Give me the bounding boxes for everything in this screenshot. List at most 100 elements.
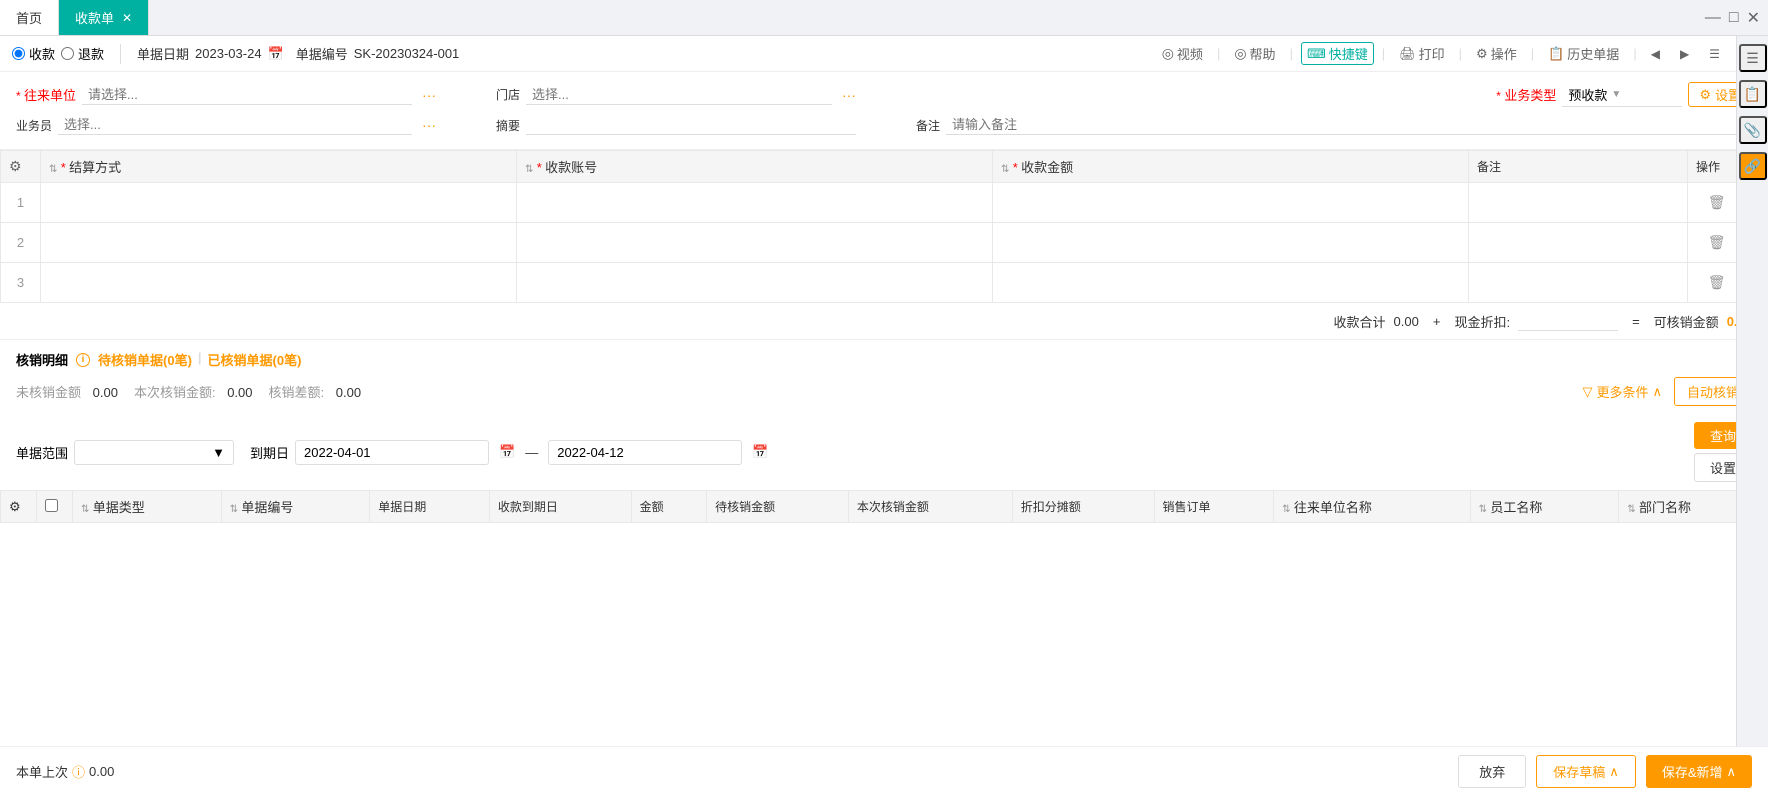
total-value: 0.00 — [1394, 314, 1419, 329]
delete-row-3-btn[interactable]: 🗑 — [1706, 272, 1728, 293]
right-panel-btn2[interactable]: 📋 — [1739, 80, 1767, 108]
tab-close-icon[interactable]: ✕ — [122, 11, 132, 25]
delete-row-2-btn[interactable]: 🗑 — [1706, 232, 1728, 253]
footer-info-value: 0.00 — [89, 764, 114, 779]
shortcut-btn[interactable]: ⌨ 快捷键 — [1301, 42, 1374, 65]
prev-btn[interactable]: ◀ — [1645, 45, 1666, 63]
save-draft-btn[interactable]: 保存草稿 ∧ — [1536, 755, 1636, 788]
minimize-icon[interactable]: — — [1705, 9, 1721, 27]
video-btn[interactable]: ◎ 视频 — [1156, 42, 1209, 65]
form-row-1: * 往来单位 ··· 门店 ··· * 业务类型 预收款 ▼ ⚙ — [16, 82, 1752, 107]
verifiable-label: 可核销金额 — [1654, 312, 1719, 331]
verify-info-icon[interactable]: i — [76, 353, 90, 367]
radio-receipt-label: 收款 — [29, 44, 55, 63]
counterparty-input[interactable] — [82, 85, 412, 105]
right-panel-btn3[interactable]: 📎 — [1739, 116, 1767, 144]
cell-amount-3[interactable] — [993, 263, 1469, 303]
table-row: 3 🗑 ⊕ — [1, 263, 1768, 303]
th-settlement[interactable]: ⇅ * 结算方式 — [41, 151, 517, 183]
verify-tab-done[interactable]: 已核销单据(0笔) — [208, 350, 302, 369]
bth-employee[interactable]: ⇅ 员工名称 — [1470, 491, 1619, 523]
table-row: 1 🗑 ⊕ — [1, 183, 1768, 223]
bottom-table-gear-icon[interactable]: ⚙ — [9, 499, 21, 514]
th-account[interactable]: ⇅ * 收款账号 — [517, 151, 993, 183]
verify-tabs: 待核销单据(0笔) | 已核销单据(0笔) — [98, 350, 301, 369]
history-btn[interactable]: 📋 历史单据 — [1542, 42, 1625, 65]
cell-settlement-1[interactable] — [41, 183, 517, 223]
radio-receipt-input[interactable] — [12, 47, 25, 60]
table-gear-icon[interactable]: ⚙ — [9, 158, 22, 175]
business-type-field: * 业务类型 预收款 ▼ ⚙ 设置 — [916, 82, 1752, 107]
radio-receipt[interactable]: 收款 — [12, 44, 55, 63]
summary-input[interactable] — [526, 115, 856, 135]
cell-settlement-3[interactable] — [41, 263, 517, 303]
close-icon[interactable]: ✕ — [1747, 8, 1760, 28]
cell-account-2[interactable] — [517, 223, 993, 263]
date-to-calendar-icon[interactable]: 📅 — [752, 444, 768, 460]
cell-remark-1[interactable] — [1469, 183, 1688, 223]
remark-label: 备注 — [916, 117, 940, 134]
cell-amount-1[interactable] — [993, 183, 1469, 223]
tab-receipt[interactable]: 收款单 ✕ — [59, 0, 149, 35]
cell-amount-2[interactable] — [993, 223, 1469, 263]
th-amount[interactable]: ⇅ * 收款金额 — [993, 151, 1469, 183]
date-label: 单据日期 — [137, 44, 189, 63]
bottom-table-header: ⚙ ⇅ 单据类型 ⇅ 单据编号 单据日期 收款到期日 金额 — [1, 491, 1768, 523]
salesperson-input[interactable] — [58, 115, 412, 135]
tab-home[interactable]: 首页 — [0, 0, 59, 35]
right-panel-btn4[interactable]: 🔗 — [1739, 152, 1767, 180]
window-controls: — □ ✕ — [1697, 8, 1768, 28]
bth-counterparty[interactable]: ⇅ 往来单位名称 — [1274, 491, 1470, 523]
number-field: 单据编号 SK-20230324-001 — [296, 44, 460, 63]
help-btn[interactable]: ◎ 帮助 — [1228, 42, 1281, 65]
counterparty-more-icon[interactable]: ··· — [422, 87, 436, 103]
list-view-btn[interactable]: ☰ — [1703, 45, 1726, 63]
more-conditions-btn[interactable]: ▽ 更多条件 ∧ — [1582, 382, 1662, 401]
date-value: 2023-03-24 — [195, 46, 262, 61]
footer-info-icon[interactable]: ⓘ — [72, 762, 85, 781]
discard-btn[interactable]: 放弃 — [1458, 755, 1526, 788]
radio-refund-input[interactable] — [61, 47, 74, 60]
date-from-calendar-icon[interactable]: 📅 — [499, 444, 515, 460]
bth-number[interactable]: ⇅ 单据编号 — [221, 491, 370, 523]
bth-date: 单据日期 — [370, 491, 490, 523]
save-new-btn[interactable]: 保存&新增 ∧ — [1646, 755, 1752, 788]
store-field: 门店 ··· — [496, 85, 856, 105]
store-input[interactable] — [526, 85, 832, 105]
bth-due-date: 收款到期日 — [489, 491, 631, 523]
print-btn[interactable]: 🖨 打印 — [1393, 42, 1451, 65]
discount-input[interactable] — [1518, 311, 1618, 331]
th-remark: 备注 — [1469, 151, 1688, 183]
action-btn[interactable]: ⚙ 操作 — [1470, 42, 1523, 65]
salesperson-label: 业务员 — [16, 117, 52, 134]
next-btn[interactable]: ▶ — [1674, 45, 1695, 63]
store-more-icon[interactable]: ··· — [842, 87, 856, 103]
salesperson-more-icon[interactable]: ··· — [422, 117, 436, 133]
bth-checkbox — [37, 491, 73, 523]
date-to-input[interactable] — [548, 440, 742, 465]
business-type-select[interactable]: 预收款 ▼ — [1562, 83, 1682, 107]
cell-settlement-2[interactable] — [41, 223, 517, 263]
cell-account-3[interactable] — [517, 263, 993, 303]
unverified-stat: 未核销金额 0.00 — [16, 382, 118, 401]
bth-gear[interactable]: ⚙ — [1, 491, 37, 523]
cell-remark-2[interactable] — [1469, 223, 1688, 263]
range-select[interactable]: ▼ — [74, 440, 234, 465]
bth-type[interactable]: ⇅ 单据类型 — [73, 491, 222, 523]
chevron-up-icon: ∧ — [1652, 384, 1662, 400]
verify-tab-pending[interactable]: 待核销单据(0笔) — [98, 350, 192, 369]
cell-remark-3[interactable] — [1469, 263, 1688, 303]
radio-refund[interactable]: 退款 — [61, 44, 104, 63]
maximize-icon[interactable]: □ — [1729, 9, 1739, 27]
date-from-input[interactable] — [295, 440, 489, 465]
remark-input[interactable] — [946, 115, 1752, 135]
current-stat: 本次核销金额: 0.00 — [134, 382, 253, 401]
right-panel-btn1[interactable]: ☰ — [1739, 44, 1767, 72]
delete-row-1-btn[interactable]: 🗑 — [1706, 192, 1728, 213]
verify-filter-row: 单据范围 ▼ 到期日 📅 — 📅 查询 设置 — [16, 414, 1752, 490]
calendar-icon[interactable]: 📅 — [268, 46, 284, 62]
select-all-checkbox[interactable] — [45, 499, 58, 512]
cell-account-1[interactable] — [517, 183, 993, 223]
equals-sign: = — [1626, 314, 1646, 329]
table-header-row: ⚙ ⇅ * 结算方式 ⇅ * 收款账号 ⇅ * 收款 — [1, 151, 1768, 183]
